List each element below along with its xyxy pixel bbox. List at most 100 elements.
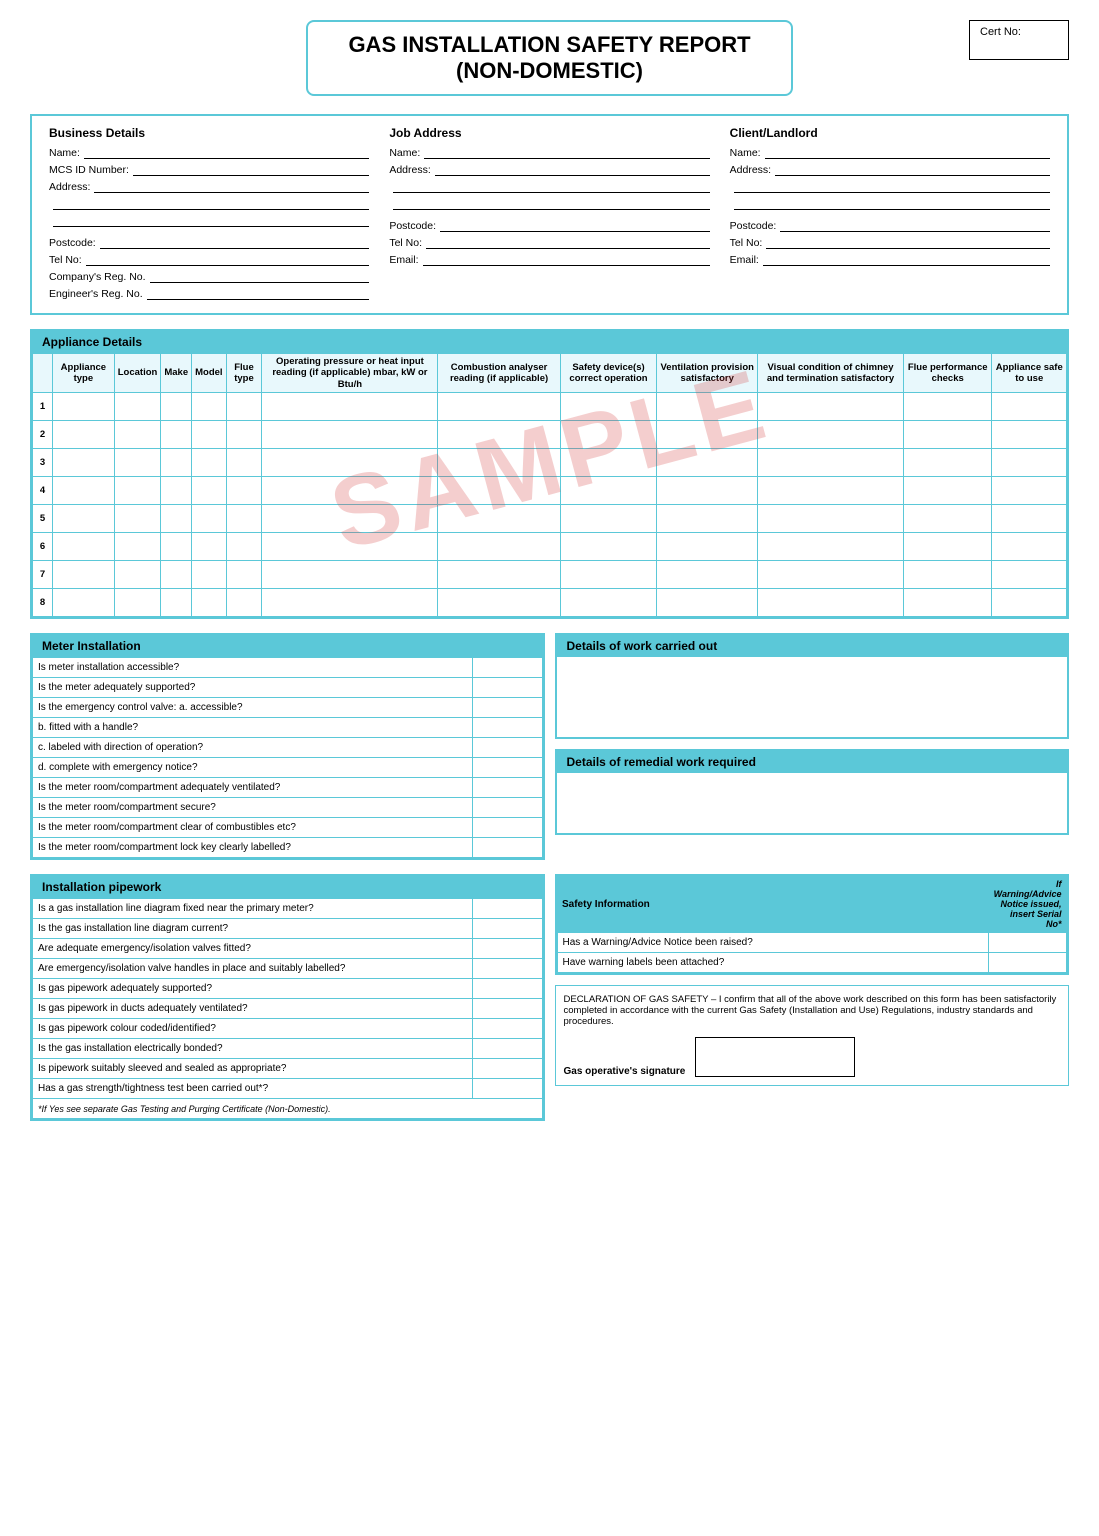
appliance-cell[interactable] [226, 477, 262, 505]
appliance-cell[interactable] [560, 533, 657, 561]
appliance-cell[interactable] [992, 505, 1067, 533]
meter-answer[interactable] [472, 778, 542, 798]
appliance-cell[interactable] [560, 449, 657, 477]
appliance-cell[interactable] [992, 533, 1067, 561]
job-address3-input[interactable] [393, 196, 709, 210]
appliance-cell[interactable] [903, 505, 992, 533]
appliance-cell[interactable] [114, 477, 161, 505]
appliance-cell[interactable] [438, 533, 560, 561]
pipework-answer[interactable] [472, 959, 542, 979]
table-row[interactable]: 1 [33, 393, 1067, 421]
appliance-cell[interactable] [560, 421, 657, 449]
appliance-cell[interactable] [114, 393, 161, 421]
appliance-cell[interactable] [438, 477, 560, 505]
business-tel-input[interactable] [86, 252, 370, 266]
appliance-cell[interactable] [560, 477, 657, 505]
appliance-cell[interactable] [226, 505, 262, 533]
meter-answer[interactable] [472, 798, 542, 818]
table-row[interactable]: 2 [33, 421, 1067, 449]
mcs-id-input[interactable] [133, 162, 369, 176]
signature-box[interactable] [695, 1037, 855, 1077]
appliance-cell[interactable] [758, 449, 904, 477]
meter-answer[interactable] [472, 838, 542, 858]
appliance-cell[interactable] [114, 533, 161, 561]
appliance-cell[interactable] [560, 393, 657, 421]
appliance-cell[interactable] [53, 421, 115, 449]
appliance-cell[interactable] [992, 449, 1067, 477]
appliance-cell[interactable] [53, 393, 115, 421]
appliance-cell[interactable] [758, 477, 904, 505]
appliance-cell[interactable] [438, 589, 560, 617]
appliance-cell[interactable] [438, 561, 560, 589]
pipework-answer[interactable] [472, 1039, 542, 1059]
business-address2-input[interactable] [53, 196, 369, 210]
client-postcode-input[interactable] [780, 218, 1050, 232]
appliance-cell[interactable] [226, 533, 262, 561]
appliance-cell[interactable] [903, 393, 992, 421]
appliance-cell[interactable] [226, 561, 262, 589]
meter-answer[interactable] [472, 818, 542, 838]
client-address2-input[interactable] [734, 179, 1050, 193]
appliance-cell[interactable] [657, 477, 758, 505]
appliance-cell[interactable] [161, 589, 192, 617]
appliance-cell[interactable] [657, 533, 758, 561]
appliance-cell[interactable] [903, 421, 992, 449]
pipework-answer[interactable] [472, 919, 542, 939]
client-address3-input[interactable] [734, 196, 1050, 210]
appliance-cell[interactable] [758, 561, 904, 589]
appliance-cell[interactable] [992, 477, 1067, 505]
appliance-cell[interactable] [262, 421, 438, 449]
meter-answer[interactable] [472, 698, 542, 718]
appliance-cell[interactable] [53, 533, 115, 561]
meter-answer[interactable] [472, 718, 542, 738]
appliance-cell[interactable] [226, 421, 262, 449]
appliance-cell[interactable] [161, 477, 192, 505]
appliance-cell[interactable] [226, 589, 262, 617]
pipework-answer[interactable] [472, 899, 542, 919]
appliance-cell[interactable] [992, 589, 1067, 617]
appliance-cell[interactable] [560, 561, 657, 589]
appliance-cell[interactable] [262, 449, 438, 477]
appliance-cell[interactable] [758, 421, 904, 449]
safety-answer[interactable] [989, 933, 1067, 953]
appliance-cell[interactable] [262, 477, 438, 505]
job-tel-input[interactable] [426, 235, 710, 249]
job-address-input[interactable] [435, 162, 710, 176]
appliance-cell[interactable] [992, 421, 1067, 449]
appliance-cell[interactable] [192, 393, 226, 421]
job-email-input[interactable] [423, 252, 710, 266]
appliance-cell[interactable] [758, 589, 904, 617]
table-row[interactable]: 6 [33, 533, 1067, 561]
appliance-cell[interactable] [161, 393, 192, 421]
pipework-answer[interactable] [472, 999, 542, 1019]
job-name-input[interactable] [424, 145, 709, 159]
client-email-input[interactable] [763, 252, 1050, 266]
appliance-cell[interactable] [53, 505, 115, 533]
appliance-cell[interactable] [657, 421, 758, 449]
company-reg-input[interactable] [150, 269, 370, 283]
appliance-cell[interactable] [657, 505, 758, 533]
job-postcode-input[interactable] [440, 218, 710, 232]
pipework-answer[interactable] [472, 1019, 542, 1039]
appliance-cell[interactable] [657, 561, 758, 589]
business-address3-input[interactable] [53, 213, 369, 227]
appliance-cell[interactable] [192, 561, 226, 589]
remedial-content[interactable] [557, 773, 1068, 833]
appliance-cell[interactable] [262, 505, 438, 533]
appliance-cell[interactable] [53, 561, 115, 589]
appliance-cell[interactable] [114, 589, 161, 617]
appliance-cell[interactable] [657, 449, 758, 477]
client-name-input[interactable] [765, 145, 1050, 159]
appliance-cell[interactable] [161, 421, 192, 449]
appliance-cell[interactable] [192, 449, 226, 477]
appliance-cell[interactable] [114, 449, 161, 477]
table-row[interactable]: 4 [33, 477, 1067, 505]
appliance-cell[interactable] [992, 393, 1067, 421]
appliance-cell[interactable] [438, 449, 560, 477]
table-row[interactable]: 3 [33, 449, 1067, 477]
appliance-cell[interactable] [192, 421, 226, 449]
appliance-cell[interactable] [161, 449, 192, 477]
meter-answer[interactable] [472, 758, 542, 778]
appliance-cell[interactable] [758, 505, 904, 533]
safety-answer[interactable] [989, 953, 1067, 973]
